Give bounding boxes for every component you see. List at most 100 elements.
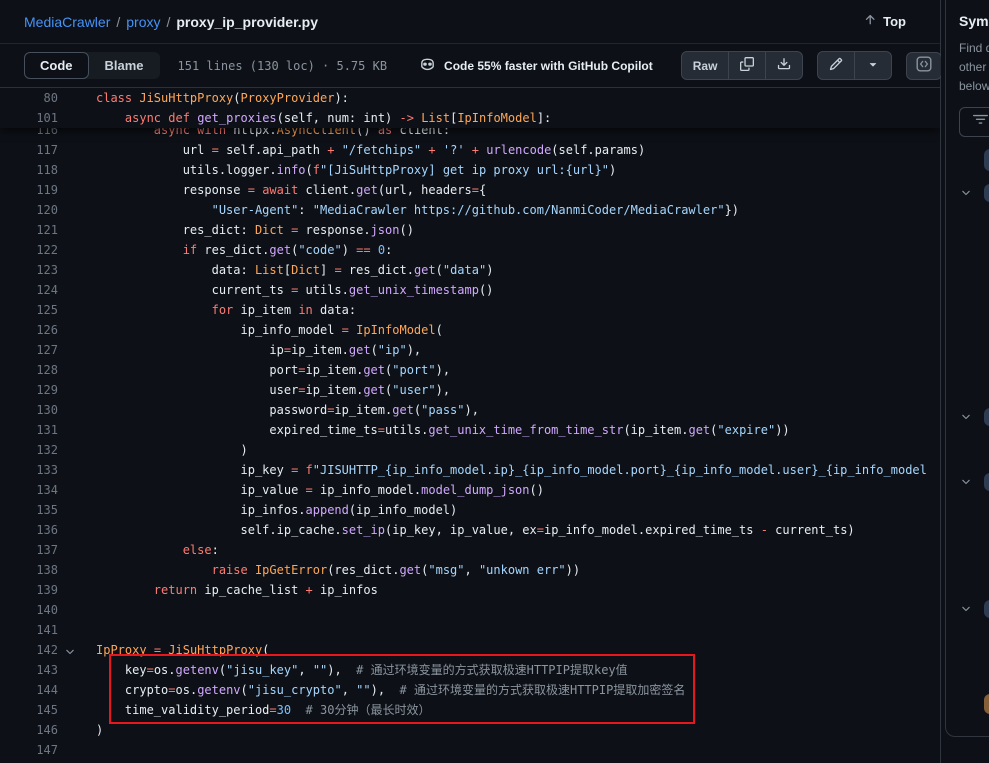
tab-code[interactable]: Code <box>24 52 89 79</box>
symbol-item[interactable] <box>984 600 989 618</box>
download-raw-button[interactable] <box>765 52 802 79</box>
line-number[interactable]: 134 <box>0 480 58 500</box>
code-line-text: current_ts = utils.get_unix_timestamp() <box>58 280 493 300</box>
chevron-down-icon[interactable] <box>960 186 972 198</box>
code-row: 144 crypto=os.getenv("jisu_crypto", ""),… <box>0 680 940 700</box>
code-line-text: if res_dict.get("code") == 0: <box>58 240 392 260</box>
breadcrumb-repo-link[interactable]: MediaCrawler <box>24 14 110 30</box>
symbols-panel-title: Symbols <box>959 13 989 29</box>
line-number[interactable]: 131 <box>0 420 58 440</box>
code-line-text: password=ip_item.get("pass"), <box>58 400 479 420</box>
symbols-panel-description-line: Find definitions and references for func… <box>959 39 989 58</box>
line-number[interactable]: 138 <box>0 560 58 580</box>
symbols-panel-toggle-button[interactable] <box>906 52 942 80</box>
line-number[interactable]: 146 <box>0 720 58 740</box>
edit-actions-group <box>817 51 892 80</box>
code-row: 147 <box>0 740 940 760</box>
back-to-top-button[interactable]: Top <box>857 9 912 34</box>
symbols-panel-description: Find definitions and references for func… <box>959 39 989 96</box>
line-number[interactable]: 137 <box>0 540 58 560</box>
code-line-text: key=os.getenv("jisu_key", ""), # 通过环境变量的… <box>58 660 628 680</box>
symbol-item[interactable] <box>984 184 989 202</box>
line-number[interactable]: 132 <box>0 440 58 460</box>
sticky-scope-lines: 80class JiSuHttpProxy(ProxyProvider):101… <box>0 88 940 128</box>
line-number[interactable]: 118 <box>0 160 58 180</box>
line-number[interactable]: 120 <box>0 200 58 220</box>
raw-button[interactable]: Raw <box>682 52 729 79</box>
code-line-text: url = self.api_path + "/fetchips" + '?' … <box>58 140 645 160</box>
code-row: 125 for ip_item in data: <box>0 300 940 320</box>
triangle-down-icon <box>866 57 880 74</box>
file-toolbar: Code Blame 151 lines (130 loc) · 5.75 KB… <box>0 44 940 88</box>
code-line-text <box>58 740 96 760</box>
line-number[interactable]: 124 <box>0 280 58 300</box>
code-row: 139 return ip_cache_list + ip_infos <box>0 580 940 600</box>
code-line-text: res_dict: Dict = response.json() <box>58 220 414 240</box>
back-to-top-label: Top <box>883 14 906 29</box>
symbol-item[interactable] <box>984 694 989 714</box>
code-row: 135 ip_infos.append(ip_info_model) <box>0 500 940 520</box>
symbol-item[interactable] <box>984 149 989 171</box>
line-number[interactable]: 123 <box>0 260 58 280</box>
line-number[interactable]: 141 <box>0 620 58 640</box>
code-line-text: ip_value = ip_info_model.model_dump_json… <box>58 480 544 500</box>
arrow-up-icon <box>863 13 877 30</box>
code-line-text <box>58 620 96 640</box>
line-number[interactable]: 127 <box>0 340 58 360</box>
edit-dropdown-button[interactable] <box>854 52 891 79</box>
chevron-down-icon[interactable] <box>960 410 972 422</box>
code-row: 130 password=ip_item.get("pass"), <box>0 400 940 420</box>
tab-blame[interactable]: Blame <box>89 52 160 79</box>
line-number[interactable]: 80 <box>0 88 58 108</box>
line-number[interactable]: 135 <box>0 500 58 520</box>
line-number[interactable]: 133 <box>0 460 58 480</box>
line-number[interactable]: 101 <box>0 108 58 128</box>
edit-file-button[interactable] <box>818 52 854 79</box>
line-number[interactable]: 142 <box>0 640 58 660</box>
line-number[interactable]: 128 <box>0 360 58 380</box>
code-line-text: ip_infos.append(ip_info_model) <box>58 500 457 520</box>
code-line-text: crypto=os.getenv("jisu_crypto", ""), # 通… <box>58 680 685 700</box>
line-number[interactable]: 117 <box>0 140 58 160</box>
code-line-text: port=ip_item.get("port"), <box>58 360 450 380</box>
line-number[interactable]: 145 <box>0 700 58 720</box>
line-number[interactable]: 140 <box>0 600 58 620</box>
copilot-banner[interactable]: Code 55% faster with GitHub Copilot <box>419 56 653 76</box>
code-line-text: ) <box>58 720 103 740</box>
code-line-text: async def get_proxies(self, num: int) ->… <box>58 108 551 128</box>
line-number[interactable]: 125 <box>0 300 58 320</box>
chevron-down-icon[interactable] <box>960 475 972 487</box>
breadcrumb-dir-link[interactable]: proxy <box>126 14 160 30</box>
chevron-down-icon[interactable] <box>960 602 972 614</box>
code-row: 119 response = await client.get(url, hea… <box>0 180 940 200</box>
line-number[interactable]: 121 <box>0 220 58 240</box>
code-line-text: response = await client.get(url, headers… <box>58 180 486 200</box>
breadcrumb-bar: MediaCrawler / proxy / proxy_ip_provider… <box>0 0 940 44</box>
code-row: 122 if res_dict.get("code") == 0: <box>0 240 940 260</box>
line-number[interactable]: 126 <box>0 320 58 340</box>
line-number[interactable]: 136 <box>0 520 58 540</box>
line-number[interactable]: 144 <box>0 680 58 700</box>
line-number[interactable]: 119 <box>0 180 58 200</box>
symbols-panel-description-line: other symbols in this file by clicking a… <box>959 58 989 77</box>
code-row: 121 res_dict: Dict = response.json() <box>0 220 940 240</box>
code-row: 137 else: <box>0 540 940 560</box>
line-number[interactable]: 122 <box>0 240 58 260</box>
code-row: 134 ip_value = ip_info_model.model_dump_… <box>0 480 940 500</box>
code-row: 128 port=ip_item.get("port"), <box>0 360 940 380</box>
code-row: 133 ip_key = f"JISUHTTP_{ip_info_model.i… <box>0 460 940 480</box>
symbol-item[interactable] <box>984 408 989 426</box>
line-number[interactable]: 143 <box>0 660 58 680</box>
line-number[interactable]: 130 <box>0 400 58 420</box>
copy-raw-button[interactable] <box>728 52 765 79</box>
code-row: 136 self.ip_cache.set_ip(ip_key, ip_valu… <box>0 520 940 540</box>
code-line-text: time_validity_period=30 # 30分钟（最长时效） <box>58 700 430 720</box>
code-line-text: return ip_cache_list + ip_infos <box>58 580 378 600</box>
line-number[interactable]: 147 <box>0 740 58 760</box>
line-number[interactable]: 129 <box>0 380 58 400</box>
line-number[interactable]: 139 <box>0 580 58 600</box>
symbols-filter-input[interactable] <box>959 107 989 137</box>
symbol-item[interactable] <box>984 473 989 491</box>
fold-toggle-icon[interactable] <box>64 644 76 656</box>
code-line-text: utils.logger.info(f"[JiSuHttpProxy] get … <box>58 160 616 180</box>
